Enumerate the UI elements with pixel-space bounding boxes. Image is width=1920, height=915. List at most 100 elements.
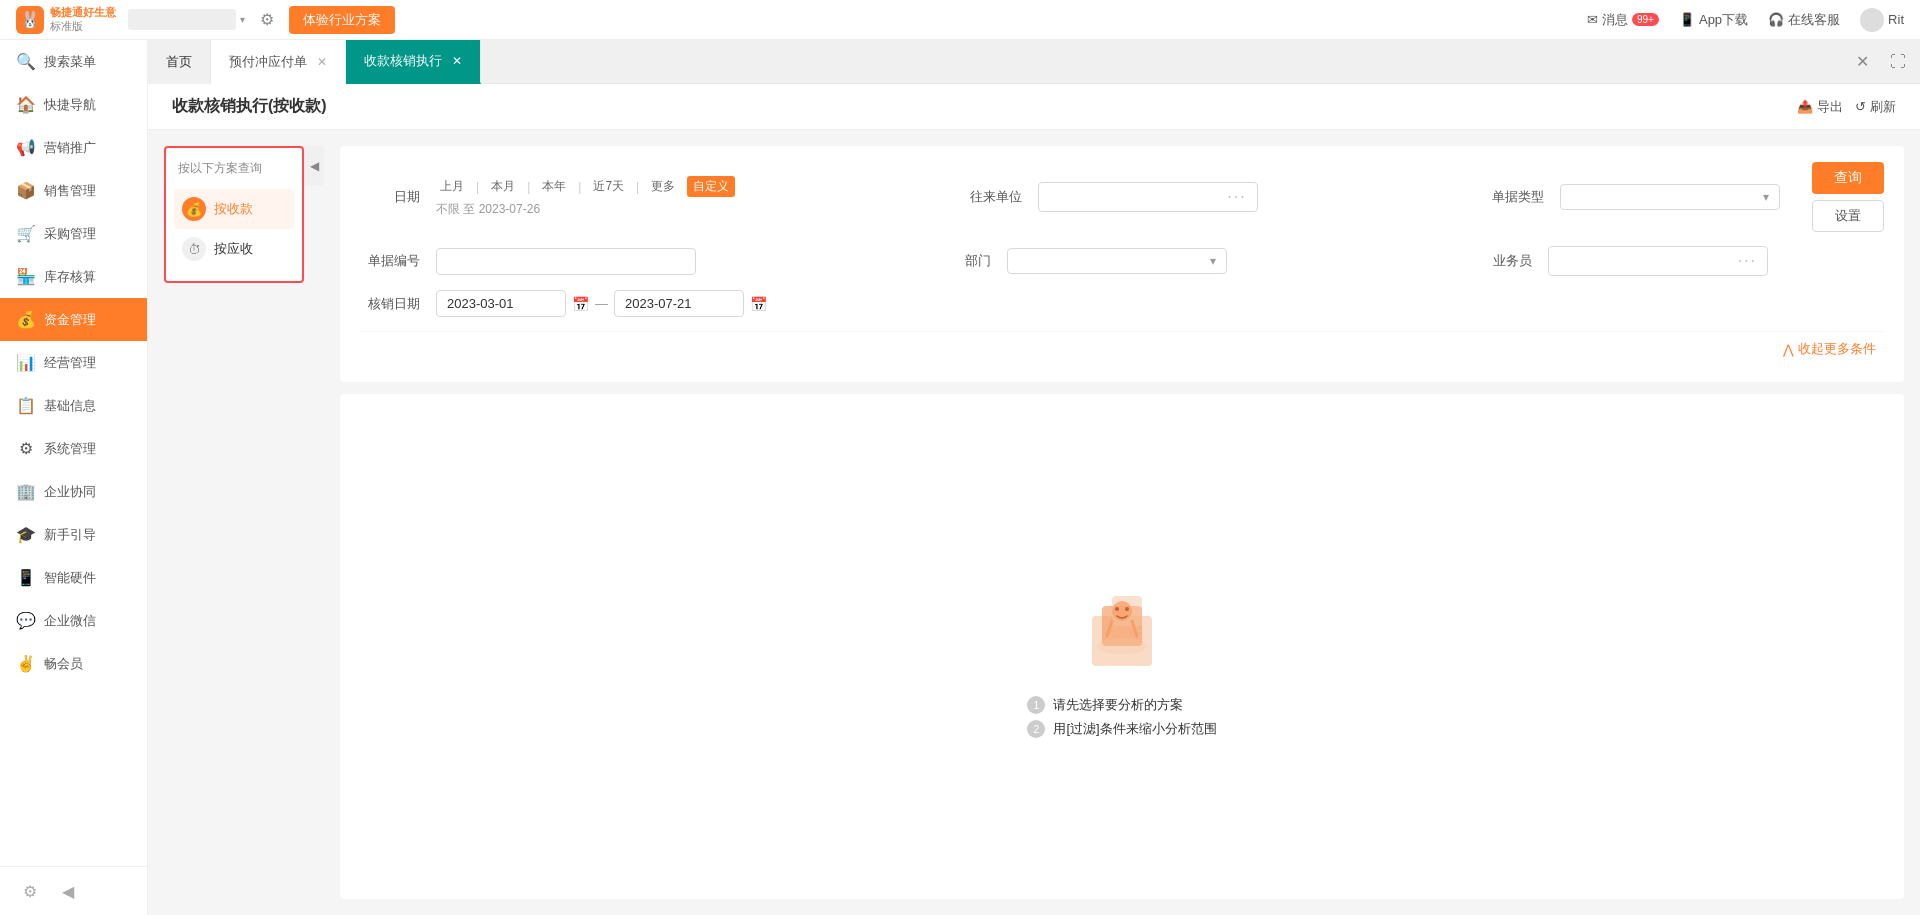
empty-state: 1 请先选择要分析的方案 2 用[过滤]条件来缩小分析范围 <box>340 394 1904 899</box>
shortcut-this-year[interactable]: 本年 <box>538 176 570 197</box>
shortcut-last-month[interactable]: 上月 <box>436 176 468 197</box>
topbar-right: ✉ 消息 99+ 📱 App下载 🎧 在线客服 Rit <box>1587 8 1904 32</box>
collapse-more-button[interactable]: ⋀ 收起更多条件 <box>1775 336 1884 362</box>
company-name <box>128 9 236 30</box>
staff-field[interactable]: ··· <box>1548 246 1768 276</box>
form-row-2: 单据编号 部门 ▾ 业务员 ··· <box>360 246 1884 276</box>
shortcut-custom[interactable]: 自定义 <box>687 176 735 197</box>
sidebar-item-system[interactable]: ⚙ 系统管理 <box>0 427 147 470</box>
more-conditions-row: ⋀ 收起更多条件 <box>360 331 1884 366</box>
sidebar-item-purchase[interactable]: 🛒 采购管理 <box>0 212 147 255</box>
collapse-icon: ◀ <box>310 159 319 173</box>
solution-button[interactable]: 体验行业方案 <box>289 6 395 34</box>
tabbar: 首页 预付冲应付单 ✕ 收款核销执行 ✕ ✕ ⛶ <box>148 40 1920 84</box>
refresh-icon: ↺ <box>1855 99 1866 114</box>
main-layout: 🔍 搜索菜单 🏠 快捷导航 📢 营销推广 📦 销售管理 🛒 采购管理 🏪 库存核… <box>0 40 1920 915</box>
verify-date-start-input[interactable] <box>436 290 566 317</box>
sidebar-item-inventory[interactable]: 🏪 库存核算 <box>0 255 147 298</box>
filter-panel-title: 按以下方案查询 <box>174 160 294 177</box>
sidebar-item-wechat[interactable]: 💬 企业微信 <box>0 599 147 642</box>
doc-type-field[interactable]: ▾ <box>1560 184 1780 210</box>
dept-label: 部门 <box>951 252 991 270</box>
svg-point-8 <box>1125 607 1129 611</box>
filter-receipt-icon: 💰 <box>182 197 206 221</box>
sidebar-item-operation[interactable]: 📊 经营管理 <box>0 341 147 384</box>
sidebar-item-marketing[interactable]: 📢 营销推广 <box>0 126 147 169</box>
tab-close-receipt[interactable]: ✕ <box>452 54 462 68</box>
counterpart-label: 往来单位 <box>952 188 1022 206</box>
app-download-item[interactable]: 📱 App下载 <box>1679 11 1748 29</box>
chevron-down-icon: ▾ <box>240 14 245 25</box>
date-range-info: 不限 至 2023-07-26 <box>436 201 735 218</box>
sidebar-item-hardware[interactable]: 📱 智能硬件 <box>0 556 147 599</box>
verify-date-end-input[interactable] <box>614 290 744 317</box>
logo-icon: 🐰 <box>16 6 44 34</box>
tab-close-all-icon[interactable]: ✕ <box>1848 48 1876 76</box>
doc-no-input[interactable] <box>436 248 696 275</box>
panel-collapse-button[interactable]: ◀ <box>304 146 324 186</box>
filter-item-by-receivable[interactable]: ⏱ 按应收 <box>174 229 294 269</box>
filter-item-by-receipt[interactable]: 💰 按收款 <box>174 189 294 229</box>
settings-button[interactable]: 设置 <box>1812 200 1884 232</box>
doc-type-label: 单据类型 <box>1474 188 1544 206</box>
enterprise-icon: 🏢 <box>16 482 36 501</box>
sidebar-item-sales[interactable]: 📦 销售管理 <box>0 169 147 212</box>
counterpart-field[interactable]: ··· <box>1038 182 1258 212</box>
svg-point-6 <box>1097 638 1147 654</box>
shortcut-more[interactable]: 更多 <box>647 176 679 197</box>
sidebar-collapse-icon[interactable]: ◀ <box>54 877 82 905</box>
svg-point-7 <box>1115 607 1119 611</box>
empty-step-1: 1 请先选择要分析的方案 <box>1027 696 1216 714</box>
tab-close-prepay[interactable]: ✕ <box>317 55 327 69</box>
message-item[interactable]: ✉ 消息 99+ <box>1587 11 1659 29</box>
query-form: 日期 上月 | 本月 | 本年 | 近7天 | 更多 <box>340 146 1904 382</box>
user-area[interactable]: Rit <box>1860 8 1904 32</box>
marketing-icon: 📢 <box>16 138 36 157</box>
sidebar-item-member[interactable]: ✌ 畅会员 <box>0 642 147 685</box>
calendar-start-icon[interactable]: 📅 <box>572 296 589 312</box>
settings-icon[interactable]: ⚙ <box>253 6 281 34</box>
tab-expand-icon[interactable]: ⛶ <box>1884 48 1912 76</box>
username: Rit <box>1888 12 1904 27</box>
sidebar-item-basicinfo[interactable]: 📋 基础信息 <box>0 384 147 427</box>
export-icon: 📤 <box>1797 99 1813 114</box>
calendar-end-icon[interactable]: 📅 <box>750 296 767 312</box>
tab-home[interactable]: 首页 <box>148 40 211 84</box>
member-icon: ✌ <box>16 654 36 673</box>
query-button[interactable]: 查询 <box>1812 162 1884 194</box>
sidebar-item-enterprise[interactable]: 🏢 企业协同 <box>0 470 147 513</box>
hardware-icon: 📱 <box>16 568 36 587</box>
sidebar-item-finance[interactable]: 💰 资金管理 <box>0 298 147 341</box>
refresh-button[interactable]: ↺ 刷新 <box>1855 98 1896 116</box>
shortcut-this-month[interactable]: 本月 <box>487 176 519 197</box>
company-selector[interactable]: ▾ <box>128 9 245 30</box>
step-1-num: 1 <box>1027 696 1045 714</box>
online-service-item[interactable]: 🎧 在线客服 <box>1768 11 1840 29</box>
sidebar-settings-icon[interactable]: ⚙ <box>16 877 44 905</box>
counterpart-dots-icon: ··· <box>1227 188 1246 206</box>
logo-subtitle: 畅捷通好生意 标准版 <box>50 5 116 33</box>
logo: 🐰 畅捷通好生意 标准版 <box>16 5 116 33</box>
sidebar-item-quicknav[interactable]: 🏠 快捷导航 <box>0 83 147 126</box>
dept-field[interactable]: ▾ <box>1007 248 1227 274</box>
empty-instructions: 1 请先选择要分析的方案 2 用[过滤]条件来缩小分析范围 <box>1027 696 1216 738</box>
avatar <box>1860 8 1884 32</box>
search-icon: 🔍 <box>16 52 36 71</box>
export-button[interactable]: 📤 导出 <box>1797 98 1843 116</box>
purchase-icon: 🛒 <box>16 224 36 243</box>
app-icon: 📱 <box>1679 12 1695 27</box>
form-row-1: 日期 上月 | 本月 | 本年 | 近7天 | 更多 <box>360 162 1884 232</box>
sidebar-item-beginner[interactable]: 🎓 新手引导 <box>0 513 147 556</box>
tab-prepay[interactable]: 预付冲应付单 ✕ <box>211 40 346 84</box>
wechat-icon: 💬 <box>16 611 36 630</box>
sidebar-item-search[interactable]: 🔍 搜索菜单 <box>0 40 147 83</box>
operation-icon: 📊 <box>16 353 36 372</box>
inventory-icon: 🏪 <box>16 267 36 286</box>
date-label: 日期 <box>360 188 420 206</box>
tabbar-actions: ✕ ⛶ <box>1848 48 1920 76</box>
basicinfo-icon: 📋 <box>16 396 36 415</box>
shortcut-7days[interactable]: 近7天 <box>589 176 628 197</box>
tab-receipt[interactable]: 收款核销执行 ✕ <box>346 40 481 84</box>
verify-date-label: 核销日期 <box>360 295 420 313</box>
main-content: 首页 预付冲应付单 ✕ 收款核销执行 ✕ ✕ ⛶ 收款核销执行(按收款) 📤 导… <box>148 40 1920 915</box>
